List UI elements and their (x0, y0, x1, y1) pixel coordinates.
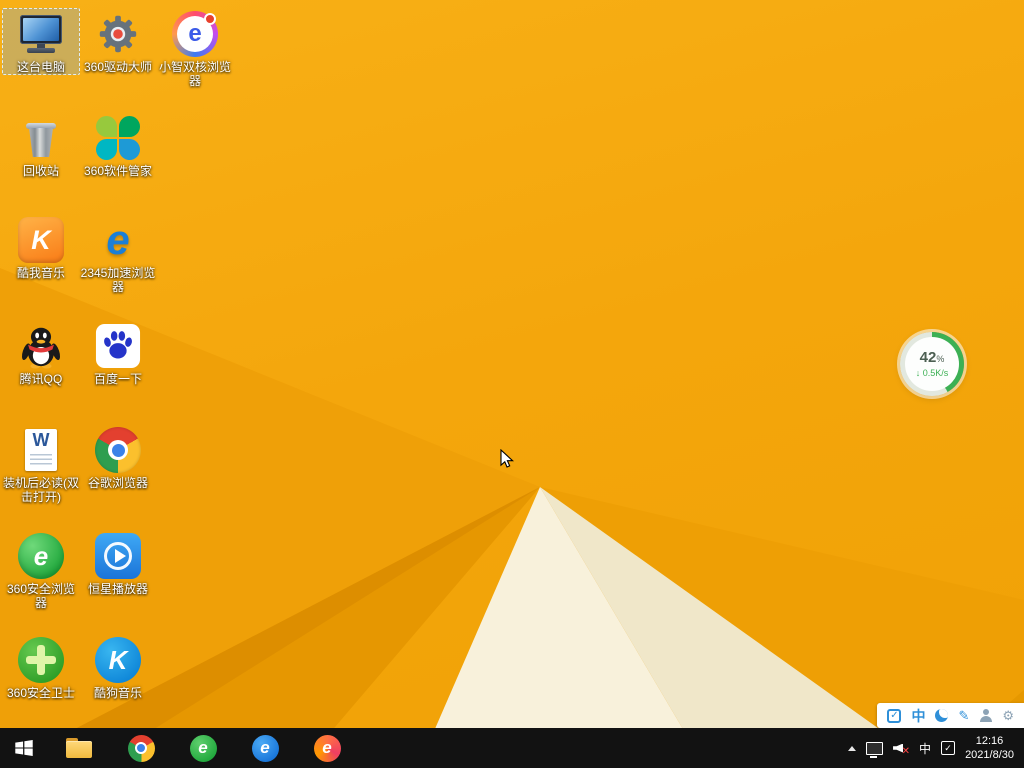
gear-icon (95, 11, 141, 57)
speed-widget[interactable]: 42% ↓ 0.5K/s (900, 332, 964, 396)
icon-label: 2345加速浏览器 (80, 266, 156, 294)
download-speed: ↓ 0.5K/s (916, 368, 949, 378)
icon-label: 回收站 (23, 164, 59, 178)
recycle-bin-icon (18, 115, 64, 161)
xiaozhi-browser-icon: e (314, 735, 341, 762)
ime-logo-icon[interactable]: ✓ (887, 709, 901, 723)
icon-label: 360安全浏览器 (3, 582, 79, 610)
icon-label: 百度一下 (94, 372, 142, 386)
desktop-icon-recycle-bin[interactable]: 回收站 (2, 112, 80, 179)
desktop-icon-2345-browser[interactable]: e 2345加速浏览器 (79, 214, 157, 295)
pen-icon[interactable]: ✎ (958, 709, 969, 722)
desktop-icon-360-software-manager[interactable]: 360软件管家 (79, 112, 157, 179)
hidden-icons-arrow[interactable] (848, 746, 856, 751)
gear-icon[interactable]: ⚙ (1002, 709, 1014, 722)
360-browser-icon: e (18, 533, 64, 579)
ime-toolbar: ✓ 中 ✎ ⚙ (877, 703, 1024, 728)
usage-percent: 42% (920, 350, 945, 367)
desktop-icon-star-player[interactable]: 恒星播放器 (79, 530, 157, 597)
ime-indicator[interactable]: 中 (919, 740, 931, 757)
desktop-icon-this-pc[interactable]: 这台电脑 (2, 8, 80, 75)
chrome-icon (128, 735, 155, 762)
xiaozhi-browser-icon: e (172, 11, 218, 57)
icon-label: 360软件管家 (84, 164, 152, 178)
icon-label: 这台电脑 (17, 60, 65, 74)
volume-muted-icon[interactable]: ✕ (893, 741, 909, 755)
ime-mode-chinese[interactable]: 中 (911, 709, 925, 723)
play-button-icon (95, 533, 141, 579)
system-tray: ✕ 中 ✓ 12:16 2021/8/30 (848, 728, 1024, 768)
baidu-paw-icon (95, 323, 141, 369)
desktop-icon-google-chrome[interactable]: 谷歌浏览器 (79, 424, 157, 491)
2345-browser-icon: e (95, 217, 141, 263)
taskbar-xiaozhi-browser[interactable]: e (296, 728, 358, 768)
network-icon[interactable] (866, 742, 883, 755)
desktop-icon-kuwo-music[interactable]: K 酷我音乐 (2, 214, 80, 281)
icon-label: 360驱动大师 (84, 60, 152, 74)
icon-label: 酷我音乐 (17, 266, 65, 280)
word-document-icon: W (18, 427, 64, 473)
360-browser-icon: e (190, 735, 217, 762)
icon-label: 恒星播放器 (88, 582, 148, 596)
icon-label: 360安全卫士 (7, 686, 75, 700)
icon-label: 酷狗音乐 (94, 686, 142, 700)
taskbar-clock[interactable]: 12:16 2021/8/30 (965, 734, 1014, 762)
desktop-icon-readme-doc[interactable]: W 装机后必读(双击打开) (2, 424, 80, 505)
windows-logo-icon (13, 737, 35, 759)
action-center-icon[interactable]: ✓ (941, 741, 955, 755)
taskbar-360-browser[interactable]: e (172, 728, 234, 768)
desktop-icon-xiaozhi-browser[interactable]: e 小智双核浏览器 (156, 8, 234, 89)
person-icon[interactable] (979, 709, 992, 722)
clock-time: 12:16 (965, 734, 1014, 748)
desktop-icon-360-safety-guard[interactable]: 360安全卫士 (2, 634, 80, 701)
icon-label: 腾讯QQ (20, 372, 63, 386)
icon-label: 小智双核浏览器 (157, 60, 233, 88)
2345-browser-icon: e (252, 735, 279, 762)
speed-widget-face: 42% ↓ 0.5K/s (905, 337, 959, 391)
desktop-icon-kugou-music[interactable]: K 酷狗音乐 (79, 634, 157, 701)
start-button[interactable] (0, 728, 48, 768)
icon-label: 装机后必读(双击打开) (3, 476, 79, 504)
desktop: 这台电脑 回收站 K 酷我音乐 (0, 0, 1024, 768)
clock-date: 2021/8/30 (965, 748, 1014, 762)
leaves-icon (95, 115, 141, 161)
chrome-icon (95, 427, 141, 473)
down-arrow-icon: ↓ (916, 368, 921, 378)
kuwo-music-icon: K (18, 217, 64, 263)
moon-icon[interactable] (935, 709, 948, 722)
this-pc-icon (18, 11, 64, 57)
taskbar-chrome[interactable] (110, 728, 172, 768)
qq-penguin-icon (18, 323, 64, 369)
desktop-icon-baidu[interactable]: 百度一下 (79, 320, 157, 387)
icon-label: 谷歌浏览器 (88, 476, 148, 490)
desktop-icon-360-safe-browser[interactable]: e 360安全浏览器 (2, 530, 80, 611)
taskbar: e e e ✕ 中 ✓ 12:16 2021/8/30 (0, 728, 1024, 768)
kugou-music-icon: K (95, 637, 141, 683)
360-guard-icon (18, 637, 64, 683)
desktop-icon-tencent-qq[interactable]: 腾讯QQ (2, 320, 80, 387)
taskbar-2345-browser[interactable]: e (234, 728, 296, 768)
taskbar-file-explorer[interactable] (48, 728, 110, 768)
folder-icon (66, 738, 92, 758)
desktop-icon-360-driver-master[interactable]: 360驱动大师 (79, 8, 157, 75)
